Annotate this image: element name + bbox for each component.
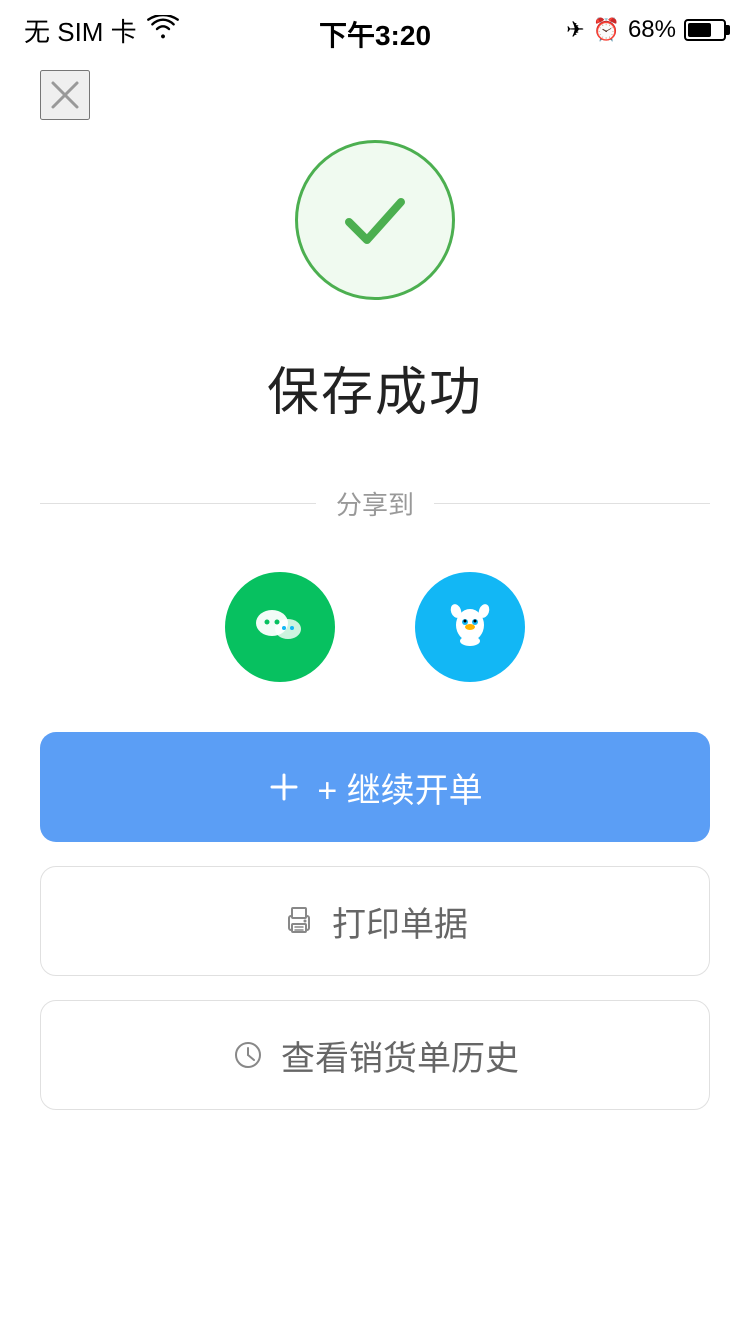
qq-icon <box>440 597 500 657</box>
history-button[interactable]: 查看销货单历史 <box>40 1000 710 1110</box>
share-label: 分享到 <box>316 485 434 522</box>
continue-label: + 继续开单 <box>317 763 482 812</box>
status-left: 无 SIM 卡 <box>24 12 179 49</box>
share-qq-button[interactable] <box>415 572 525 682</box>
actions-section: + 继续开单 打印单据 查看销货单历史 <box>0 732 750 1110</box>
carrier-text: 无 SIM 卡 <box>24 12 137 49</box>
print-button[interactable]: 打印单据 <box>40 866 710 976</box>
wechat-icon <box>250 597 310 657</box>
success-title: 保存成功 <box>267 350 483 425</box>
status-time: 下午3:20 <box>319 14 431 54</box>
print-icon <box>282 904 316 938</box>
alarm-icon: ⏰ <box>593 17 620 43</box>
battery-icon <box>684 19 726 41</box>
main-content: 保存成功 分享到 <box>0 60 750 1110</box>
close-button[interactable] <box>40 70 90 120</box>
location-icon: ✈ <box>566 17 584 43</box>
success-icon-circle <box>295 140 455 300</box>
status-right: ✈ ⏰ 68% <box>566 16 726 44</box>
share-icons-row <box>40 572 710 682</box>
continue-button[interactable]: + 继续开单 <box>40 732 710 842</box>
history-label: 查看销货单历史 <box>281 1031 519 1080</box>
print-label: 打印单据 <box>332 897 468 946</box>
history-icon <box>231 1038 265 1072</box>
share-wechat-button[interactable] <box>225 572 335 682</box>
share-section: 分享到 <box>0 485 750 682</box>
wifi-icon <box>147 15 179 46</box>
battery-percent: 68% <box>628 16 676 44</box>
share-divider: 分享到 <box>40 485 710 522</box>
plus-icon <box>267 770 301 804</box>
checkmark-icon <box>335 180 415 260</box>
status-bar: 无 SIM 卡 下午3:20 ✈ ⏰ 68% <box>0 0 750 60</box>
